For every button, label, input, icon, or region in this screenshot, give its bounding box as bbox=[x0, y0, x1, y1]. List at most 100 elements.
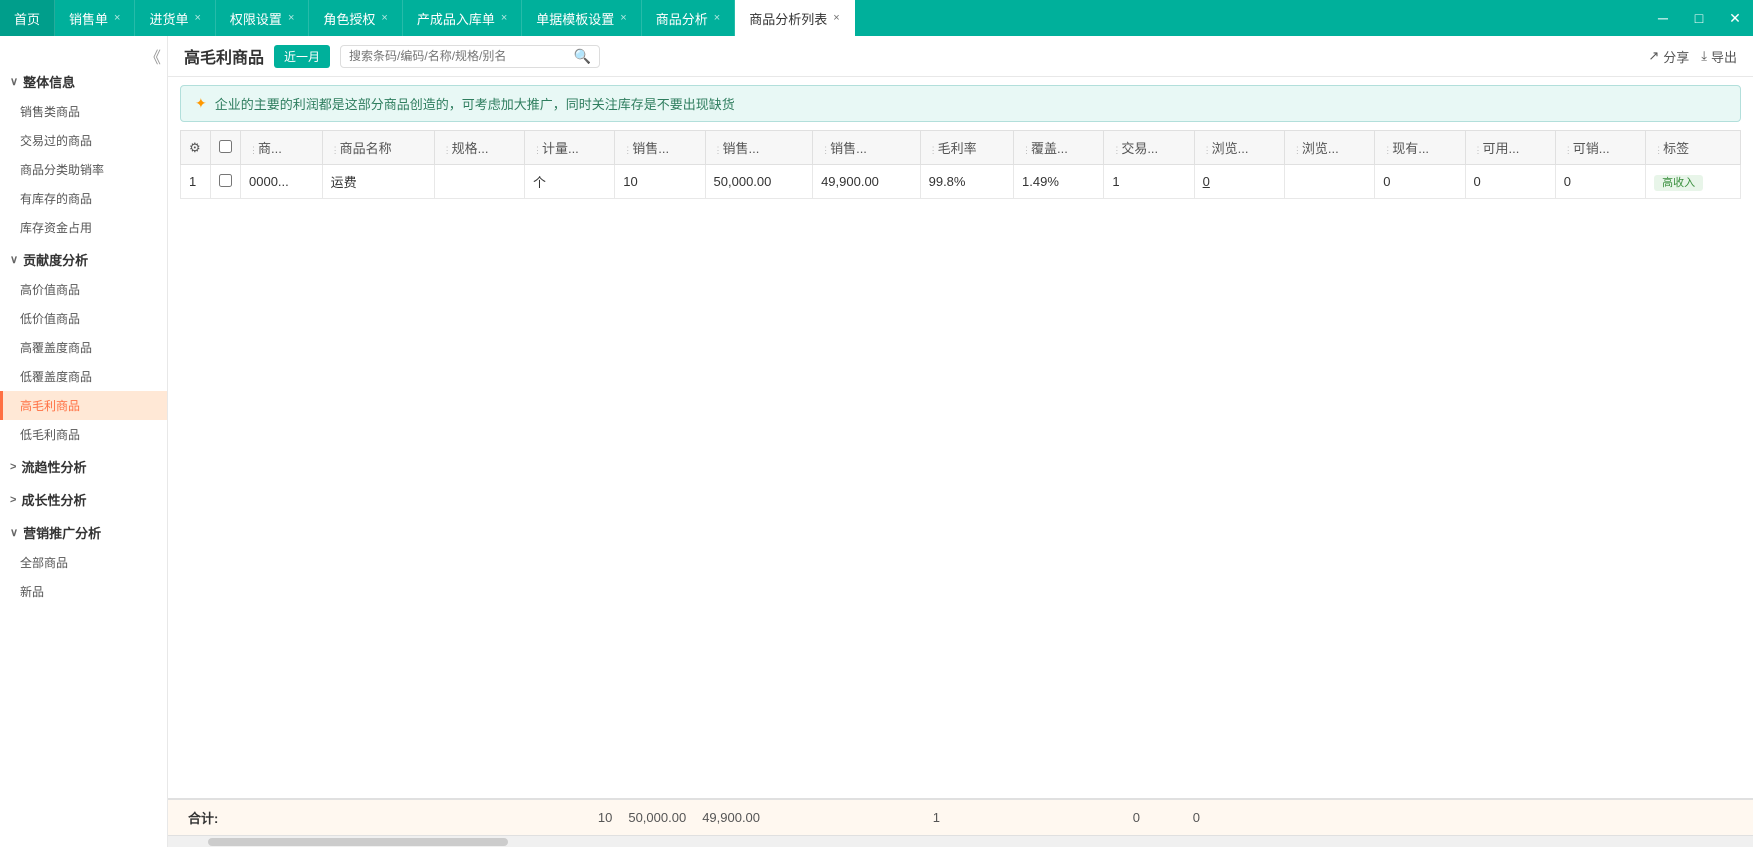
sidebar-item-1-4[interactable]: 高毛利商品 bbox=[0, 391, 167, 420]
settings-icon[interactable]: ⚙ bbox=[189, 140, 201, 155]
maximize-button[interactable]: □ bbox=[1681, 0, 1717, 36]
nav-item-0[interactable]: 首页 bbox=[0, 0, 55, 36]
cell-tag[interactable]: 高收入 bbox=[1646, 165, 1741, 199]
cell-sales_amount: 50,000.00 bbox=[705, 165, 813, 199]
col-header-available[interactable]: ⋮可用... bbox=[1465, 131, 1555, 165]
nav-close-8[interactable]: × bbox=[833, 12, 839, 24]
col-header-unit[interactable]: ⋮计量... bbox=[524, 131, 614, 165]
views1-link[interactable]: 0 bbox=[1203, 174, 1210, 189]
cell-saleable: 0 bbox=[1555, 165, 1645, 199]
col-header-name[interactable]: ⋮商品名称 bbox=[322, 131, 434, 165]
col-header-sales_profit[interactable]: ⋮销售... bbox=[813, 131, 921, 165]
col-header-trade[interactable]: ⋮交易... bbox=[1104, 131, 1194, 165]
search-input[interactable] bbox=[349, 49, 574, 63]
col-sort-current_stock: ⋮ bbox=[1383, 145, 1392, 155]
sidebar-item-1-1[interactable]: 低价值商品 bbox=[0, 304, 167, 333]
search-icon[interactable]: 🔍 bbox=[574, 48, 591, 65]
col-sort-saleable: ⋮ bbox=[1564, 145, 1573, 155]
footer-sales-qty: 10 bbox=[560, 810, 620, 825]
sidebar-item-4-0[interactable]: 全部商品 bbox=[0, 548, 167, 577]
sidebar-group-4[interactable]: ∨营销推广分析 bbox=[0, 515, 167, 548]
cell-trade: 1 bbox=[1104, 165, 1194, 199]
sidebar-item-1-3[interactable]: 低覆盖度商品 bbox=[0, 362, 167, 391]
nav-item-2[interactable]: 进货单× bbox=[135, 0, 215, 36]
cell-spec bbox=[434, 165, 524, 199]
col-header-current_stock[interactable]: ⋮现有... bbox=[1375, 131, 1465, 165]
col-header-settings[interactable]: ⚙ bbox=[181, 131, 211, 165]
nav-item-4[interactable]: 角色授权× bbox=[309, 0, 402, 36]
cell-unit: 个 bbox=[524, 165, 614, 199]
nav-close-2[interactable]: × bbox=[194, 12, 200, 24]
select-all-checkbox[interactable] bbox=[219, 140, 232, 153]
nav-item-6[interactable]: 单据模板设置× bbox=[522, 0, 641, 36]
sidebar-group-0[interactable]: ∨整体信息 bbox=[0, 64, 167, 97]
sidebar-group-1[interactable]: ∨贡献度分析 bbox=[0, 242, 167, 275]
col-header-saleable[interactable]: ⋮可销... bbox=[1555, 131, 1645, 165]
export-button[interactable]: ⤓ 导出 bbox=[1701, 47, 1737, 66]
close-window-button[interactable]: ✕ bbox=[1717, 0, 1753, 36]
nav-close-4[interactable]: × bbox=[381, 12, 387, 24]
sidebar-item-0-4[interactable]: 库存资金占用 bbox=[0, 213, 167, 242]
col-sort-views1: ⋮ bbox=[1203, 145, 1212, 155]
main-layout: 《 ∨整体信息销售类商品交易过的商品商品分类助销率有库存的商品库存资金占用∨贡献… bbox=[0, 36, 1753, 847]
sidebar-group-3[interactable]: >成长性分析 bbox=[0, 482, 167, 515]
nav-item-5[interactable]: 产成品入库单× bbox=[403, 0, 522, 36]
nav-item-7[interactable]: 商品分析× bbox=[642, 0, 735, 36]
data-table: ⚙⋮商...⋮商品名称⋮规格...⋮计量...⋮销售...⋮销售...⋮销售..… bbox=[180, 130, 1741, 199]
col-header-coverage[interactable]: ⋮覆盖... bbox=[1014, 131, 1104, 165]
sidebar-collapse-button[interactable]: 《 bbox=[145, 44, 161, 68]
col-sort-sales_qty: ⋮ bbox=[623, 145, 632, 155]
col-header-views1[interactable]: ⋮浏览... bbox=[1194, 131, 1284, 165]
sidebar-item-0-1[interactable]: 交易过的商品 bbox=[0, 126, 167, 155]
sidebar-arrow-3: > bbox=[10, 494, 16, 506]
content-header: 高毛利商品 近一月 🔍 ↗ 分享 ⤓ 导出 bbox=[168, 36, 1753, 77]
nav-close-1[interactable]: × bbox=[114, 12, 120, 24]
col-sort-trade: ⋮ bbox=[1112, 145, 1121, 155]
sidebar-arrow-0: ∨ bbox=[10, 75, 18, 88]
col-header-sales_amount[interactable]: ⋮销售... bbox=[705, 131, 813, 165]
page-title: 高毛利商品 bbox=[184, 44, 264, 68]
nav-close-5[interactable]: × bbox=[501, 12, 507, 24]
footer-label: 合计: bbox=[188, 808, 218, 827]
table-container[interactable]: ⚙⋮商...⋮商品名称⋮规格...⋮计量...⋮销售...⋮销售...⋮销售..… bbox=[168, 130, 1753, 798]
info-icon: ✦ bbox=[195, 95, 207, 112]
scrollbar-thumb[interactable] bbox=[208, 838, 508, 846]
sidebar-item-0-0[interactable]: 销售类商品 bbox=[0, 97, 167, 126]
sidebar-item-1-0[interactable]: 高价值商品 bbox=[0, 275, 167, 304]
sidebar-group-2[interactable]: >流趋性分析 bbox=[0, 449, 167, 482]
col-header-code[interactable]: ⋮商... bbox=[241, 131, 323, 165]
nav-close-6[interactable]: × bbox=[620, 12, 626, 24]
footer-available: 0 bbox=[1148, 810, 1208, 825]
horizontal-scrollbar[interactable] bbox=[168, 835, 1753, 847]
nav-close-3[interactable]: × bbox=[288, 12, 294, 24]
info-text: 企业的主要的利润都是这部分商品创造的，可考虑加大推广，同时关注库存是不要出现缺货 bbox=[215, 94, 735, 113]
cell-views1[interactable]: 0 bbox=[1194, 165, 1284, 199]
col-header-tag[interactable]: ⋮标签 bbox=[1646, 131, 1741, 165]
col-header-sales_qty[interactable]: ⋮销售... bbox=[615, 131, 705, 165]
header-actions: ↗ 分享 ⤓ 导出 bbox=[1648, 47, 1737, 66]
footer-trade: 1 bbox=[888, 810, 948, 825]
sidebar: 《 ∨整体信息销售类商品交易过的商品商品分类助销率有库存的商品库存资金占用∨贡献… bbox=[0, 36, 168, 847]
col-sort-gross_margin: ⋮ bbox=[929, 145, 938, 155]
sidebar-item-1-5[interactable]: 低毛利商品 bbox=[0, 420, 167, 449]
nav-item-8[interactable]: 商品分析列表× bbox=[735, 0, 854, 36]
nav-item-1[interactable]: 销售单× bbox=[55, 0, 135, 36]
sidebar-item-1-2[interactable]: 高覆盖度商品 bbox=[0, 333, 167, 362]
time-filter-button[interactable]: 近一月 bbox=[274, 45, 330, 68]
minimize-button[interactable]: ─ bbox=[1645, 0, 1681, 36]
col-header-checkbox[interactable] bbox=[211, 131, 241, 165]
sidebar-item-0-3[interactable]: 有库存的商品 bbox=[0, 184, 167, 213]
col-sort-name: ⋮ bbox=[331, 145, 340, 155]
nav-item-3[interactable]: 权限设置× bbox=[216, 0, 309, 36]
sidebar-item-0-2[interactable]: 商品分类助销率 bbox=[0, 155, 167, 184]
col-header-views2[interactable]: ⋮浏览... bbox=[1284, 131, 1374, 165]
footer-sales-amount: 50,000.00 bbox=[620, 810, 694, 825]
col-sort-code: ⋮ bbox=[249, 145, 258, 155]
info-banner: ✦ 企业的主要的利润都是这部分商品创造的，可考虑加大推广，同时关注库存是不要出现… bbox=[180, 85, 1741, 122]
nav-close-7[interactable]: × bbox=[714, 12, 720, 24]
sidebar-item-4-1[interactable]: 新品 bbox=[0, 577, 167, 606]
col-header-gross_margin[interactable]: ⋮毛利率 bbox=[920, 131, 1013, 165]
share-button[interactable]: ↗ 分享 bbox=[1648, 47, 1689, 66]
cell-checkbox[interactable] bbox=[211, 165, 241, 199]
col-header-spec[interactable]: ⋮规格... bbox=[434, 131, 524, 165]
